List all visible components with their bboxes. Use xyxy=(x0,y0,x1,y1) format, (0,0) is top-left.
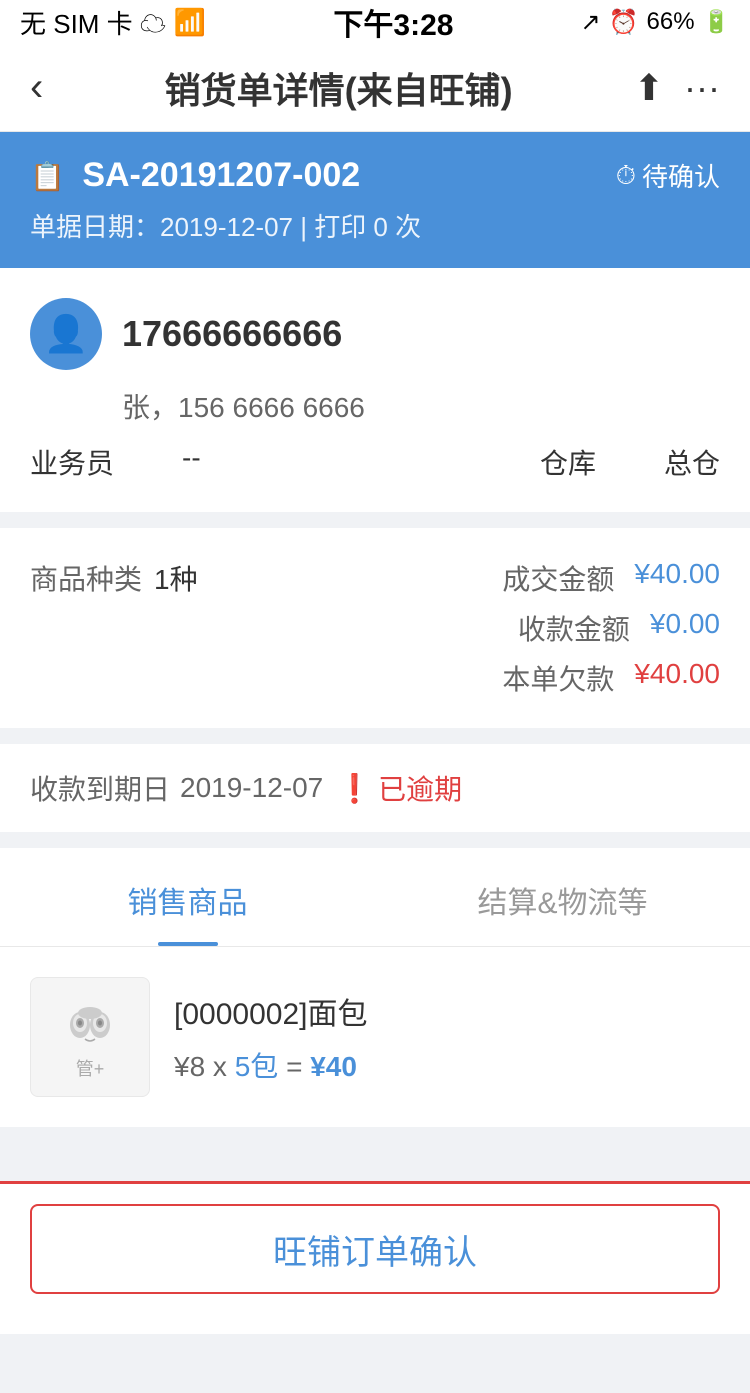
order-status: ⏱ 待确认 xyxy=(616,157,720,194)
warehouse-val: 总仓 xyxy=(664,442,720,482)
status-right: ↗ ⏰ 66% 🔋 xyxy=(581,8,730,37)
transaction-val: ¥40.00 xyxy=(634,558,720,598)
status-left: 无 SIM 卡 ☁ 📶 xyxy=(20,4,206,41)
bottom-button-wrap: 旺铺订单确认 xyxy=(0,1181,750,1334)
customer-meta: 业务员 -- 仓库 总仓 xyxy=(30,442,720,482)
wifi-icon: 📶 xyxy=(174,7,206,38)
balance-val: ¥40.00 xyxy=(634,658,720,698)
order-date: 单据日期：2019-12-07 | 打印 0 次 xyxy=(30,207,720,244)
status-bar: 无 SIM 卡 ☁ 📶 下午3:28 ↗ ⏰ 66% 🔋 xyxy=(0,0,750,44)
product-qty: 5包 xyxy=(235,1051,279,1082)
due-date-val: 2019-12-07 xyxy=(180,772,323,804)
equals-sign: = xyxy=(286,1051,302,1082)
amount-section: 商品种类 1种 成交金额 ¥40.00 收款金额 ¥0.00 本单欠款 ¥40.… xyxy=(0,528,750,728)
tab-settlement[interactable]: 结算&物流等 xyxy=(375,848,750,946)
receipt-row: 收款金额 ¥0.00 xyxy=(518,608,720,648)
due-section: 收款到期日 2019-12-07 ❗ 已逾期 xyxy=(0,744,750,832)
battery-icon: 🔋 xyxy=(703,9,730,35)
order-header: 📋 SA-20191207-002 ⏱ 待确认 单据日期：2019-12-07 … xyxy=(0,132,750,268)
product-info: [0000002]面包 ¥8 x 5包 = ¥40 xyxy=(174,989,720,1085)
nav-bar: ‹ 销货单详情(来自旺铺) ⬆ ··· xyxy=(0,44,750,132)
nav-left: ‹ xyxy=(30,65,43,110)
transaction-label: 成交金额 xyxy=(502,558,614,598)
price-formula: ¥8 x xyxy=(174,1051,227,1082)
product-price: ¥8 x 5包 = ¥40 xyxy=(174,1045,720,1085)
product-owl-logo: 管+ xyxy=(60,993,120,1081)
product-total: ¥40 xyxy=(310,1051,357,1082)
tab-sales-products[interactable]: 销售商品 xyxy=(0,848,375,946)
customer-section: 👤 17666666666 张，156 6666 6666 业务员 -- 仓库 … xyxy=(0,268,750,512)
nav-right: ⬆ ··· xyxy=(634,67,720,109)
location-icon: ↗ xyxy=(581,8,601,37)
person-icon: 👤 xyxy=(44,313,89,355)
alarm-icon: ⏰ xyxy=(609,8,639,37)
product-list: 管+ [0000002]面包 ¥8 x 5包 = ¥40 xyxy=(0,947,750,1127)
avatar: 👤 xyxy=(30,298,102,370)
warehouse-label: 仓库 xyxy=(540,442,596,482)
amount-list: 成交金额 ¥40.00 收款金额 ¥0.00 本单欠款 ¥40.00 xyxy=(502,558,720,698)
overdue-badge: ❗ 已逾期 xyxy=(337,768,462,808)
status-time: 下午3:28 xyxy=(333,0,453,44)
balance-label: 本单欠款 xyxy=(502,658,614,698)
customer-row: 👤 17666666666 xyxy=(30,298,720,370)
warning-icon: ❗ xyxy=(337,772,372,805)
back-button[interactable]: ‹ xyxy=(30,65,43,110)
tab-bar: 销售商品 结算&物流等 xyxy=(0,848,750,947)
due-date-label: 收款到期日 xyxy=(30,768,170,808)
customer-name: 张，156 6666 6666 xyxy=(122,386,720,426)
order-header-top: 📋 SA-20191207-002 ⏱ 待确认 xyxy=(30,156,720,195)
salesperson-label: 业务员 xyxy=(30,442,114,482)
no-sim-text: 无 SIM 卡 ☁ xyxy=(20,4,166,41)
product-name: [0000002]面包 xyxy=(174,989,720,1033)
balance-row: 本单欠款 ¥40.00 xyxy=(502,658,720,698)
receipt-label: 收款金额 xyxy=(518,608,630,648)
product-image: 管+ xyxy=(30,977,150,1097)
product-type-label: 商品种类 xyxy=(30,558,142,598)
salesperson-val: -- xyxy=(182,442,201,482)
overdue-text: 已逾期 xyxy=(378,768,462,808)
share-icon[interactable]: ⬆ xyxy=(634,67,664,109)
order-id: 📋 SA-20191207-002 xyxy=(30,156,360,195)
clock-icon: ⏱ xyxy=(616,160,636,192)
order-icon: 📋 xyxy=(30,161,65,192)
more-icon[interactable]: ··· xyxy=(684,67,720,109)
customer-phone: 17666666666 xyxy=(122,313,342,355)
transaction-row: 成交金额 ¥40.00 xyxy=(502,558,720,598)
battery-text: 66% xyxy=(647,8,695,36)
page-title: 销货单详情(来自旺铺) xyxy=(165,62,513,114)
product-count: 商品种类 1种 xyxy=(30,558,198,598)
confirm-order-button[interactable]: 旺铺订单确认 xyxy=(30,1204,720,1294)
receipt-val: ¥0.00 xyxy=(650,608,720,648)
product-type-val: 1种 xyxy=(154,558,198,598)
